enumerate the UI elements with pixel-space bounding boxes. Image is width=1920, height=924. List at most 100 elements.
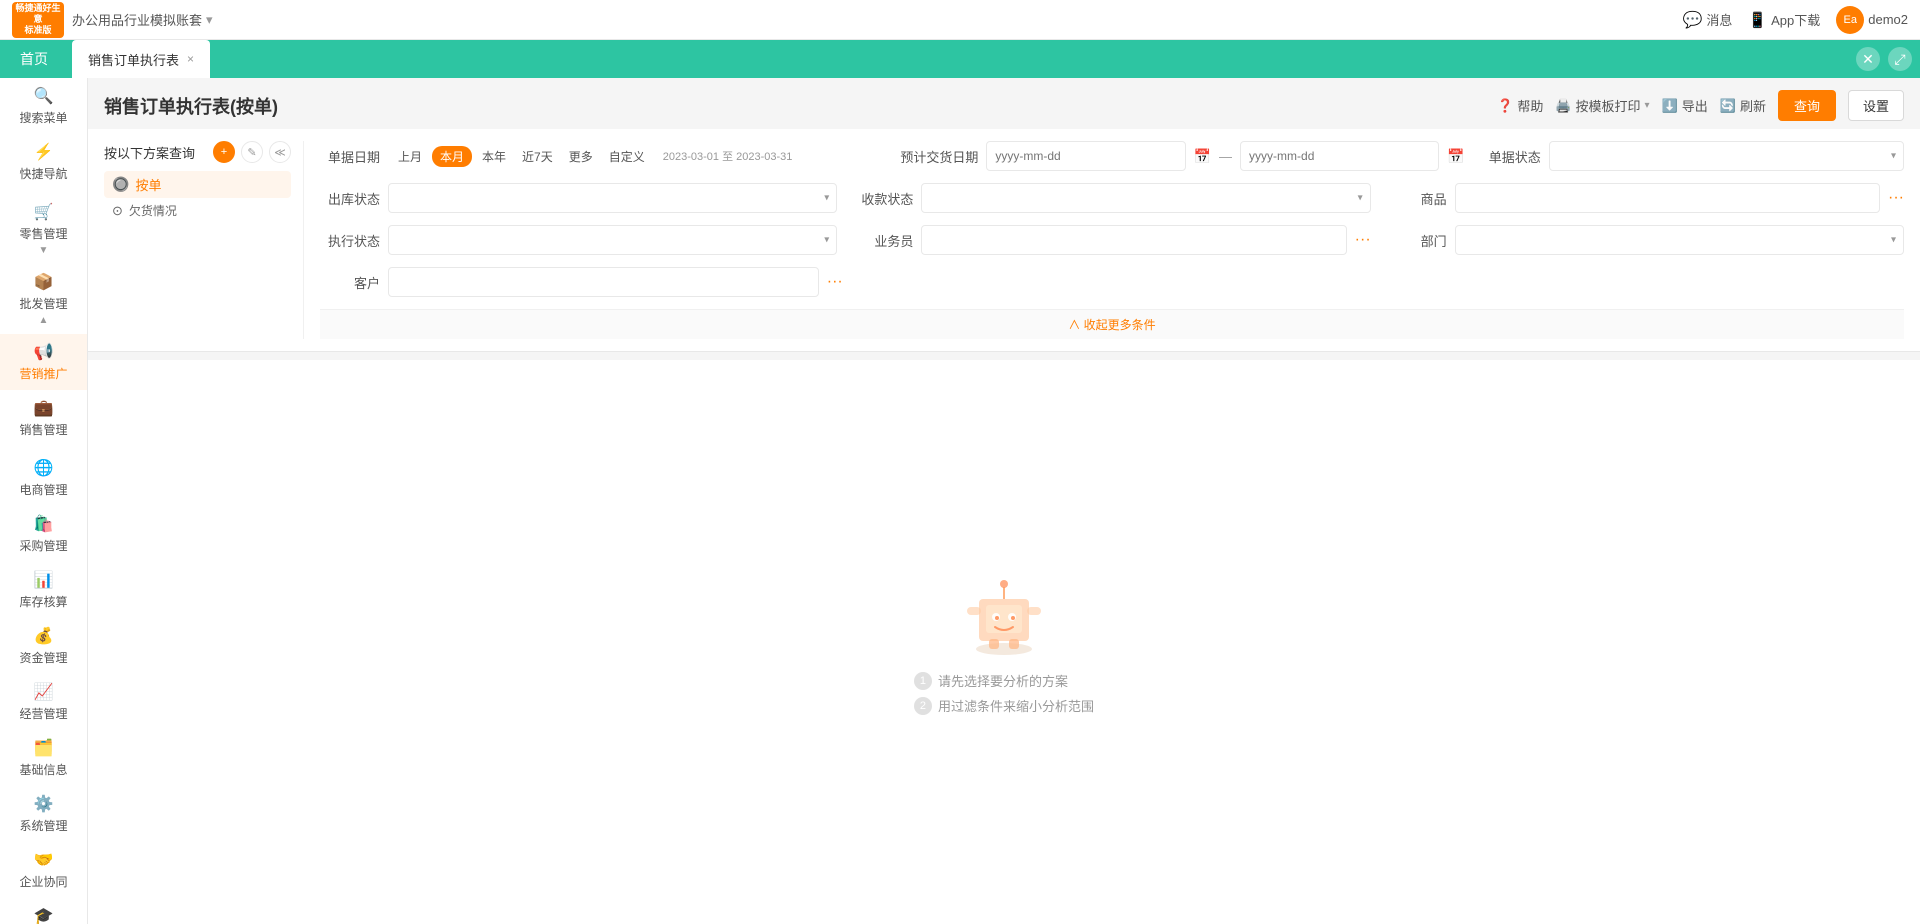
logo: 畅捷通好生意 标准版 (12, 2, 64, 38)
customer-input[interactable] (388, 267, 819, 297)
content-area: 销售订单执行表(按单) ❓ 帮助 🖨️ 按模板打印 ▾ ⬇️ 导出 🔄 刷新 (88, 78, 1920, 924)
filter-layout: 按以下方案查询 + ✎ ≪ (104, 141, 1904, 339)
date-tab-上月[interactable]: 上月 (392, 146, 428, 167)
sidebar-item-quick[interactable]: ⚡ 快捷导航 (0, 134, 87, 190)
user-menu[interactable]: Ea demo2 (1836, 6, 1908, 34)
sidebar-item-label: 资金管理 (19, 649, 67, 666)
collapse-sidebar-icon: ≪ (274, 146, 286, 159)
sidebar-item-base[interactable]: 🗂️ 基础信息 (0, 730, 87, 786)
salesperson-input[interactable] (921, 225, 1346, 255)
filter-sidebar-actions: + ✎ ≪ (213, 141, 291, 163)
product-input[interactable] (1455, 183, 1880, 213)
collapse-bar[interactable]: ∧ 收起更多条件 (320, 309, 1904, 339)
app-name-area: 办公用品行业模拟账套 ▾ (72, 10, 213, 29)
sidebar-item-operation[interactable]: 📈 经营管理 (0, 674, 87, 730)
sidebar-item-corp[interactable]: 🤝 企业协同 (0, 842, 87, 898)
product-more-icon[interactable]: ··· (1888, 189, 1904, 207)
tab-close-icon[interactable]: × (187, 52, 194, 66)
export-button[interactable]: ⬇️ 导出 (1662, 96, 1708, 115)
sidebar-item-ecommerce[interactable]: 🌐 电商管理 (0, 450, 87, 506)
filter-plan-sub-欠货[interactable]: ⊙ 欠货情况 (104, 198, 291, 223)
wholesale-icon: 📦 (34, 272, 54, 292)
inventory-icon: 📊 (34, 570, 54, 590)
tab-close-window[interactable]: ✕ (1856, 47, 1880, 71)
edit-plan-button[interactable]: ✎ (241, 141, 263, 163)
payment-status-select[interactable] (921, 183, 1370, 213)
exec-status-label: 执行状态 (320, 231, 380, 250)
refresh-button[interactable]: 🔄 刷新 (1720, 96, 1766, 115)
sidebar-item-search[interactable]: 🔍 搜索菜单 (0, 78, 87, 134)
main-layout: 🔍 搜索菜单 ⚡ 快捷导航 🛒 零售管理 ▼ 📦 批发管理 ▲ 📢 营销推广 💼… (0, 78, 1920, 924)
print-dropdown-icon: ▾ (1645, 100, 1650, 111)
sidebar-item-finance[interactable]: 💰 资金管理 (0, 618, 87, 674)
sidebar-item-label: 企业协同 (19, 873, 67, 890)
plan-label: 按单 (135, 175, 161, 194)
date-tab-本月[interactable]: 本月 (432, 146, 472, 167)
base-icon: 🗂️ (34, 738, 54, 758)
app-name: 办公用品行业模拟账套 (72, 10, 202, 29)
calendar-icon-1[interactable]: 📅 (1194, 148, 1211, 165)
sidebar-item-sales[interactable]: 💼 销售管理 (0, 390, 87, 446)
date-range-text: 2023-03-01 至 2023-03-31 (663, 148, 793, 164)
app-dropdown-icon[interactable]: ▾ (206, 12, 213, 28)
filter-panel: 按以下方案查询 + ✎ ≪ (88, 129, 1920, 352)
tab-bar-actions: ✕ ⤢ (1856, 47, 1920, 71)
empty-tip-1-text: 请先选择要分析的方案 (938, 671, 1068, 690)
delivery-status-select[interactable] (388, 183, 837, 213)
sidebar-item-newbie[interactable]: 🎓 新手引导 (0, 898, 87, 924)
date-tab-自定义[interactable]: 自定义 (603, 146, 651, 167)
purchase-icon: 🛍️ (34, 514, 54, 534)
help-button[interactable]: ❓ 帮助 (1497, 96, 1543, 115)
salesperson-more-icon[interactable]: ··· (1355, 231, 1371, 249)
sidebar-item-label: 零售管理 (19, 225, 67, 242)
calendar-icon-2[interactable]: 📅 (1447, 148, 1464, 165)
sidebar-item-marketing[interactable]: 📢 营销推广 (0, 334, 87, 390)
customer-group: 客户 ··· (320, 267, 843, 297)
date-separator: — (1219, 149, 1232, 164)
filter-plan-item-按单[interactable]: 🔘 按单 (104, 171, 291, 198)
sidebar-item-purchase[interactable]: 🛍️ 采购管理 (0, 506, 87, 562)
estimated-delivery-end[interactable] (1240, 141, 1439, 171)
app-download-button[interactable]: 📱 App下载 (1748, 10, 1820, 29)
app-download-icon: 📱 (1748, 11, 1767, 29)
empty-tips: 1 请先选择要分析的方案 2 用过滤条件来缩小分析范围 (914, 671, 1094, 715)
status-select[interactable] (1549, 141, 1904, 171)
sidebar-item-label: 系统管理 (19, 817, 67, 834)
add-plan-button[interactable]: + (213, 141, 235, 163)
search-button[interactable]: 查询 (1778, 90, 1836, 121)
print-button[interactable]: 🖨️ 按模板打印 ▾ (1555, 96, 1649, 115)
sidebar-item-system[interactable]: ⚙️ 系统管理 (0, 786, 87, 842)
date-tab-近7天[interactable]: 近7天 (516, 146, 559, 167)
sidebar-item-retail[interactable]: 🛒 零售管理 ▼ (0, 194, 87, 264)
message-label: 消息 (1706, 10, 1732, 29)
sidebar-item-wholesale[interactable]: 📦 批发管理 ▲ (0, 264, 87, 334)
date-tab-本年[interactable]: 本年 (476, 146, 512, 167)
top-bar-right: 💬 消息 📱 App下载 Ea demo2 (1682, 6, 1908, 34)
collapse-sidebar-button[interactable]: ≪ (269, 141, 291, 163)
exec-status-select[interactable] (388, 225, 837, 255)
system-icon: ⚙️ (34, 794, 54, 814)
export-icon: ⬇️ (1662, 98, 1678, 114)
top-bar-left: 畅捷通好生意 标准版 办公用品行业模拟账套 ▾ (12, 2, 213, 38)
filter-sidebar: 按以下方案查询 + ✎ ≪ (104, 141, 304, 339)
tab-sales-exec[interactable]: 销售订单执行表 × (72, 40, 210, 78)
filter-main: 单据日期 上月 本月 本年 近7天 更多 自定义 2023-03-01 至 20… (304, 141, 1904, 339)
tab-expand-window[interactable]: ⤢ (1888, 47, 1912, 71)
status-label: 单据状态 (1481, 147, 1541, 166)
dept-select[interactable] (1455, 225, 1904, 255)
sidebar-item-inventory[interactable]: 📊 库存核算 (0, 562, 87, 618)
date-tab-更多[interactable]: 更多 (563, 146, 599, 167)
customer-more-icon[interactable]: ··· (827, 273, 843, 291)
marketing-icon: 📢 (34, 342, 54, 362)
tab-home[interactable]: 首页 (0, 40, 68, 78)
search-menu-icon: 🔍 (34, 86, 54, 106)
corp-icon: 🤝 (34, 850, 54, 870)
settings-button[interactable]: 设置 (1848, 90, 1904, 121)
page-header: 销售订单执行表(按单) ❓ 帮助 🖨️ 按模板打印 ▾ ⬇️ 导出 🔄 刷新 (88, 78, 1920, 129)
dept-label: 部门 (1387, 231, 1447, 250)
newbie-icon: 🎓 (34, 906, 54, 924)
message-button[interactable]: 💬 消息 (1682, 10, 1732, 30)
estimated-delivery-start[interactable] (986, 141, 1185, 171)
top-bar: 畅捷通好生意 标准版 办公用品行业模拟账套 ▾ 💬 消息 📱 App下载 Ea … (0, 0, 1920, 40)
sidebar-item-label: 经营管理 (19, 705, 67, 722)
